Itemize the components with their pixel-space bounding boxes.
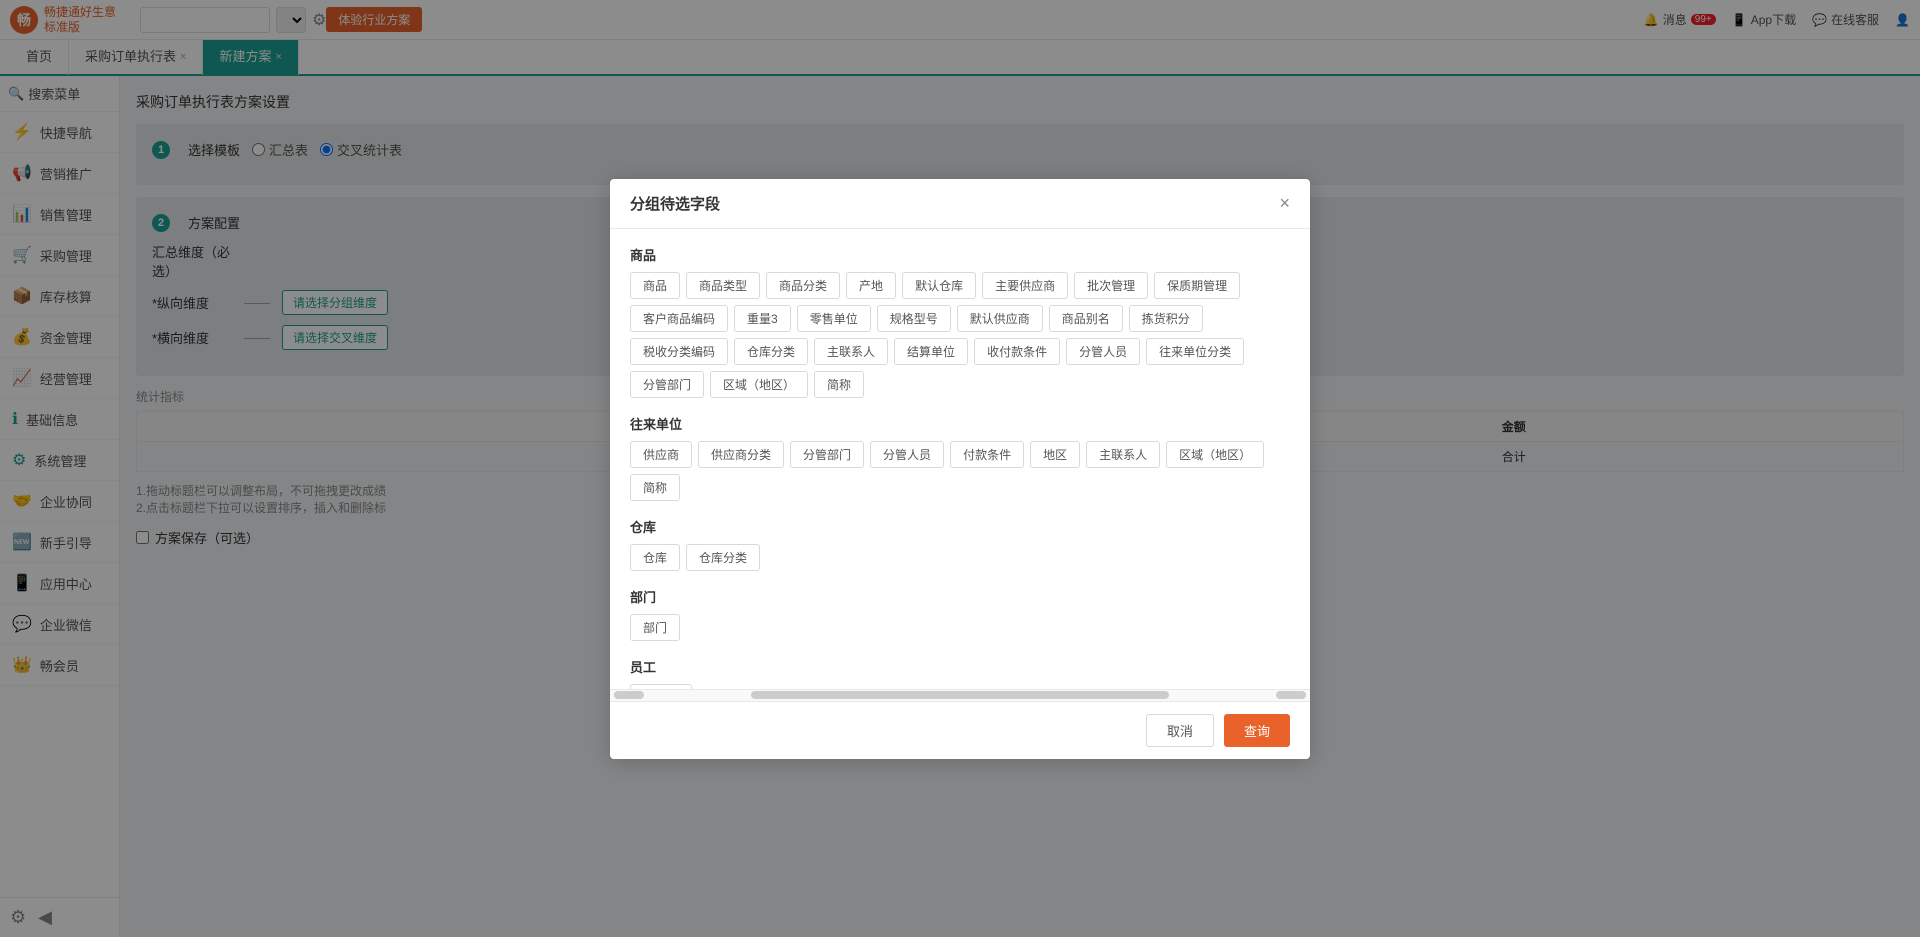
field-tag[interactable]: 默认仓库 [902, 272, 976, 299]
hscroll-thumb[interactable] [751, 691, 1169, 699]
section-dept: 部门 部门 [630, 587, 1290, 641]
field-tag[interactable]: 仓库分类 [686, 544, 760, 571]
field-tag[interactable]: 付款条件 [950, 441, 1024, 468]
goods-field-tags: 商品 商品类型 商品分类 产地 默认仓库 主要供应商 批次管理 保质期管理 客户… [630, 272, 1290, 398]
modal-confirm-button[interactable]: 查询 [1224, 714, 1290, 747]
field-tag[interactable]: 部门 [630, 614, 680, 641]
field-tag[interactable]: 分管人员 [1066, 338, 1140, 365]
section-warehouse-title: 仓库 [630, 517, 1290, 536]
section-goods: 商品 商品 商品类型 商品分类 产地 默认仓库 主要供应商 批次管理 保质期管理… [630, 245, 1290, 398]
field-tag[interactable]: 客户商品编码 [630, 305, 728, 332]
modal: 分组待选字段 × 商品 商品 商品类型 商品分类 产地 默认仓库 主要供应商 批… [610, 179, 1310, 759]
warehouse-field-tags: 仓库 仓库分类 [630, 544, 1290, 571]
hscroll-left-arrow [614, 691, 644, 699]
section-goods-title: 商品 [630, 245, 1290, 264]
field-tag[interactable]: 规格型号 [877, 305, 951, 332]
field-tag[interactable]: 批次管理 [1074, 272, 1148, 299]
section-warehouse: 仓库 仓库 仓库分类 [630, 517, 1290, 571]
field-tag[interactable]: 分管人员 [870, 441, 944, 468]
field-tag[interactable]: 主联系人 [814, 338, 888, 365]
field-tag[interactable]: 区域（地区） [710, 371, 808, 398]
field-tag[interactable]: 保质期管理 [1154, 272, 1240, 299]
section-partner: 往来单位 供应商 供应商分类 分管部门 分管人员 付款条件 地区 主联系人 区域… [630, 414, 1290, 501]
field-tag[interactable]: 商品别名 [1049, 305, 1123, 332]
field-tag[interactable]: 地区 [1030, 441, 1080, 468]
field-tag[interactable]: 分管部门 [630, 371, 704, 398]
modal-horizontal-scrollbar[interactable] [610, 689, 1310, 701]
field-tag[interactable]: 产地 [846, 272, 896, 299]
field-tag[interactable]: 仓库分类 [734, 338, 808, 365]
field-tag[interactable]: 收付款条件 [974, 338, 1060, 365]
section-partner-title: 往来单位 [630, 414, 1290, 433]
section-staff-title: 员工 [630, 657, 1290, 676]
partner-field-tags: 供应商 供应商分类 分管部门 分管人员 付款条件 地区 主联系人 区域（地区） … [630, 441, 1290, 501]
field-tag[interactable]: 商品类型 [686, 272, 760, 299]
section-dept-title: 部门 [630, 587, 1290, 606]
field-tag[interactable]: 主要供应商 [982, 272, 1068, 299]
field-tag[interactable]: 供应商分类 [698, 441, 784, 468]
field-tag[interactable]: 拣货积分 [1129, 305, 1203, 332]
field-tag[interactable]: 零售单位 [797, 305, 871, 332]
modal-title: 分组待选字段 [630, 193, 720, 214]
modal-close-button[interactable]: × [1279, 193, 1290, 214]
modal-cancel-button[interactable]: 取消 [1146, 714, 1214, 747]
hscroll-right-arrow [1276, 691, 1306, 699]
modal-header: 分组待选字段 × [610, 179, 1310, 229]
field-tag[interactable]: 供应商 [630, 441, 692, 468]
modal-body[interactable]: 商品 商品 商品类型 商品分类 产地 默认仓库 主要供应商 批次管理 保质期管理… [610, 229, 1310, 689]
field-tag[interactable]: 主联系人 [1086, 441, 1160, 468]
modal-overlay: 分组待选字段 × 商品 商品 商品类型 商品分类 产地 默认仓库 主要供应商 批… [0, 0, 1920, 937]
field-tag[interactable]: 结算单位 [894, 338, 968, 365]
modal-footer: 取消 查询 [610, 701, 1310, 759]
field-tag[interactable]: 区域（地区） [1166, 441, 1264, 468]
field-tag[interactable]: 分管部门 [790, 441, 864, 468]
field-tag[interactable]: 重量3 [734, 305, 791, 332]
section-staff: 员工 业务员 [630, 657, 1290, 689]
dept-field-tags: 部门 [630, 614, 1290, 641]
field-tag[interactable]: 往来单位分类 [1146, 338, 1244, 365]
field-tag[interactable]: 税收分类编码 [630, 338, 728, 365]
field-tag[interactable]: 商品 [630, 272, 680, 299]
field-tag[interactable]: 简称 [630, 474, 680, 501]
field-tag[interactable]: 仓库 [630, 544, 680, 571]
field-tag[interactable]: 商品分类 [766, 272, 840, 299]
field-tag[interactable]: 简称 [814, 371, 864, 398]
field-tag[interactable]: 默认供应商 [957, 305, 1043, 332]
